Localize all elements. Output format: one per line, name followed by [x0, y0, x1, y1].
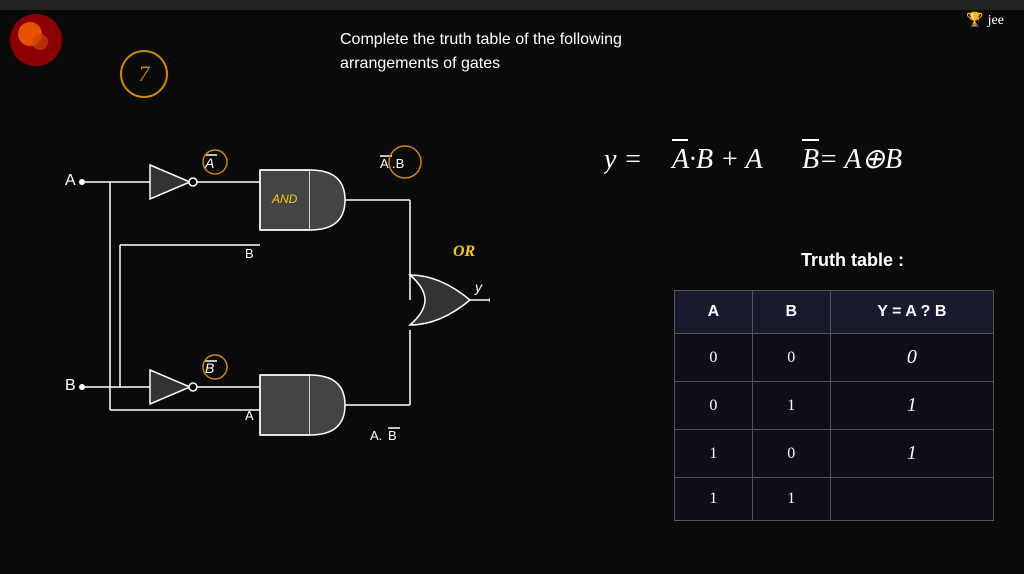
- svg-text:y: y: [474, 279, 483, 295]
- jee-badge: 🏆 jee: [966, 12, 1004, 29]
- top-bar: [0, 0, 1024, 10]
- svg-text:= A⊕B: = A⊕B: [819, 144, 902, 175]
- table-row: 011: [675, 382, 994, 430]
- table-row: 11: [675, 478, 994, 521]
- svg-text:A: A: [245, 408, 254, 423]
- logo-circle: [10, 14, 62, 66]
- svg-text:B: B: [388, 428, 397, 443]
- svg-text:AND: AND: [271, 192, 298, 206]
- svg-text:·B + A: ·B + A: [689, 144, 763, 175]
- svg-text:B: B: [65, 377, 76, 394]
- table-cell: 1: [752, 478, 830, 521]
- trophy-icon: 🏆: [966, 12, 983, 29]
- col-b-header: B: [752, 291, 830, 334]
- table-row: 101: [675, 430, 994, 478]
- svg-text:y =: y =: [604, 144, 642, 175]
- table-cell: 0: [675, 334, 753, 382]
- table-header-row: A B Y = A ? B: [675, 291, 994, 334]
- question-text: Complete the truth table of the followin…: [340, 28, 904, 76]
- table-cell: 1: [830, 430, 993, 478]
- jee-label: jee: [988, 13, 1004, 29]
- svg-text:B: B: [245, 246, 254, 261]
- or-gate-label: OR: [453, 243, 475, 261]
- svg-text:A: A: [670, 144, 690, 175]
- svg-text:B: B: [205, 360, 214, 376]
- table-row: 000: [675, 334, 994, 382]
- table-cell: 1: [752, 382, 830, 430]
- truth-table-label: Truth table :: [801, 250, 904, 271]
- table-cell: [830, 478, 993, 521]
- question-number: 7: [120, 50, 168, 98]
- table-cell: 0: [830, 334, 993, 382]
- svg-text:A: A: [65, 172, 76, 189]
- svg-text:A: A: [380, 156, 389, 171]
- col-a-header: A: [675, 291, 753, 334]
- svg-text:.B: .B: [392, 156, 404, 171]
- formula-area: y = A ·B + A B = A⊕B: [604, 130, 984, 186]
- question-line2: arrangements of gates: [340, 55, 500, 72]
- table-cell: 1: [675, 478, 753, 521]
- table-cell: 1: [675, 430, 753, 478]
- table-cell: 0: [752, 334, 830, 382]
- truth-table: A B Y = A ? B 00001110111: [674, 290, 994, 521]
- col-y-header: Y = A ? B: [830, 291, 993, 334]
- table-cell: 0: [675, 382, 753, 430]
- svg-text:A.: A.: [370, 428, 382, 443]
- table-cell: 1: [830, 382, 993, 430]
- table-cell: 0: [752, 430, 830, 478]
- question-line1: Complete the truth table of the followin…: [340, 31, 622, 48]
- svg-text:B: B: [802, 144, 819, 175]
- circuit-area: A B A B B: [60, 100, 490, 520]
- question-number-text: 7: [139, 61, 150, 87]
- logo-area: [10, 14, 70, 74]
- truth-table-label-text: Truth table :: [801, 250, 904, 270]
